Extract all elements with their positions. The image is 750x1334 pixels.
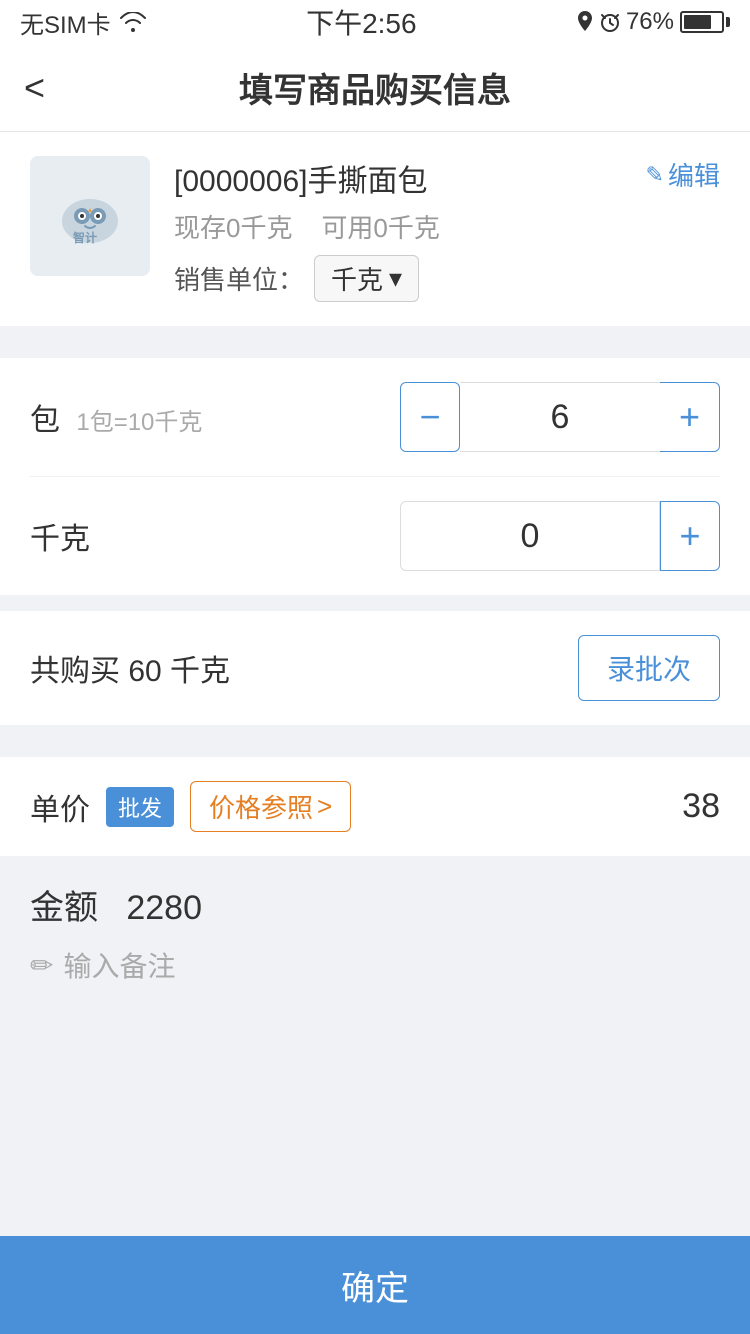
product-stock: 现存0千克 可用0千克	[174, 208, 720, 245]
unit-selector[interactable]: 千克 ▾	[314, 255, 419, 302]
edit-button[interactable]: ✎ 编辑	[646, 156, 720, 193]
kg-plus-button[interactable]: +	[660, 501, 720, 571]
unit-chevron-icon: ▾	[389, 263, 402, 294]
edit-label: 编辑	[668, 156, 720, 193]
price-section: 单价 批发 价格参照 > 38	[0, 757, 750, 856]
product-info: [0000006]手撕面包 ✎ 编辑 现存0千克 可用0千克 销售单位： 千克 …	[174, 156, 720, 302]
status-right: 76%	[576, 8, 730, 36]
kg-quantity-row: 千克 +	[30, 477, 720, 595]
total-label: 共购买 60 千克	[30, 646, 230, 690]
unit-value: 千克	[331, 260, 383, 297]
amount-section: 金额 2280 ✏ 输入备注	[0, 856, 750, 1011]
carrier-label: 无SIM卡	[20, 5, 111, 40]
bag-minus-button[interactable]: −	[400, 382, 460, 452]
status-time: 下午2:56	[306, 2, 417, 42]
bag-qty-input[interactable]	[460, 382, 660, 452]
remark-row[interactable]: ✏ 输入备注	[30, 945, 720, 1001]
bag-quantity-row: 包 1包=10千克 − +	[30, 358, 720, 477]
price-label: 单价	[30, 785, 90, 829]
edit-icon: ✎	[646, 162, 664, 188]
bag-qty-control: − +	[400, 382, 720, 452]
bag-plus-button[interactable]: +	[660, 382, 720, 452]
product-card: 智计 [0000006]手撕面包 ✎ 编辑 现存0千克 可用0千克 销售单位： …	[0, 132, 750, 326]
owl-logo: 智计	[55, 186, 125, 246]
bag-label: 包 1包=10千克	[30, 395, 380, 439]
kg-label: 千克	[30, 514, 380, 558]
wifi-icon	[119, 12, 147, 32]
input-section: 包 1包=10千克 − + 千克 +	[0, 358, 750, 595]
confirm-text: 确定	[341, 1261, 409, 1310]
nav-bar: < 填写商品购买信息	[0, 44, 750, 132]
amount-label: 金额	[30, 889, 98, 927]
battery-icon	[680, 11, 730, 33]
current-stock: 现存0千克	[174, 213, 292, 243]
total-section: 共购买 60 千克 录批次	[0, 611, 750, 725]
price-ref-arrow-icon: >	[317, 791, 332, 822]
product-unit-row: 销售单位： 千克 ▾	[174, 255, 720, 302]
confirm-bar[interactable]: 确定	[0, 1236, 750, 1334]
price-ref-button[interactable]: 价格参照 >	[190, 781, 351, 832]
product-thumbnail: 智计	[30, 156, 150, 276]
batch-button[interactable]: 录批次	[578, 635, 720, 701]
remark-placeholder: 输入备注	[63, 945, 175, 985]
kg-qty-control: +	[400, 501, 720, 571]
kg-qty-input[interactable]	[400, 501, 660, 571]
product-top-row: [0000006]手撕面包 ✎ 编辑	[174, 156, 720, 208]
page-title: 填写商品购买信息	[239, 63, 511, 112]
section-separator-2	[0, 725, 750, 741]
back-button[interactable]: <	[24, 67, 45, 109]
bag-sublabel: 1包=10千克	[76, 409, 202, 436]
amount-row: 金额 2280	[30, 880, 720, 929]
pencil-icon: ✏	[30, 949, 53, 982]
available-stock: 可用0千克	[321, 213, 439, 243]
section-separator-1	[0, 342, 750, 358]
price-value: 38	[682, 787, 720, 826]
unit-label: 销售单位：	[174, 260, 304, 297]
status-left: 无SIM卡	[20, 5, 147, 40]
amount-value: 2280	[126, 889, 202, 927]
status-bar: 无SIM卡 下午2:56 76%	[0, 0, 750, 44]
price-tag: 批发	[106, 787, 174, 827]
alarm-icon	[600, 11, 620, 33]
svg-text:智计: 智计	[72, 230, 97, 245]
price-ref-label: 价格参照	[209, 788, 313, 825]
battery-percent: 76%	[626, 8, 674, 36]
product-name: [0000006]手撕面包	[174, 156, 427, 200]
location-icon	[576, 11, 594, 33]
